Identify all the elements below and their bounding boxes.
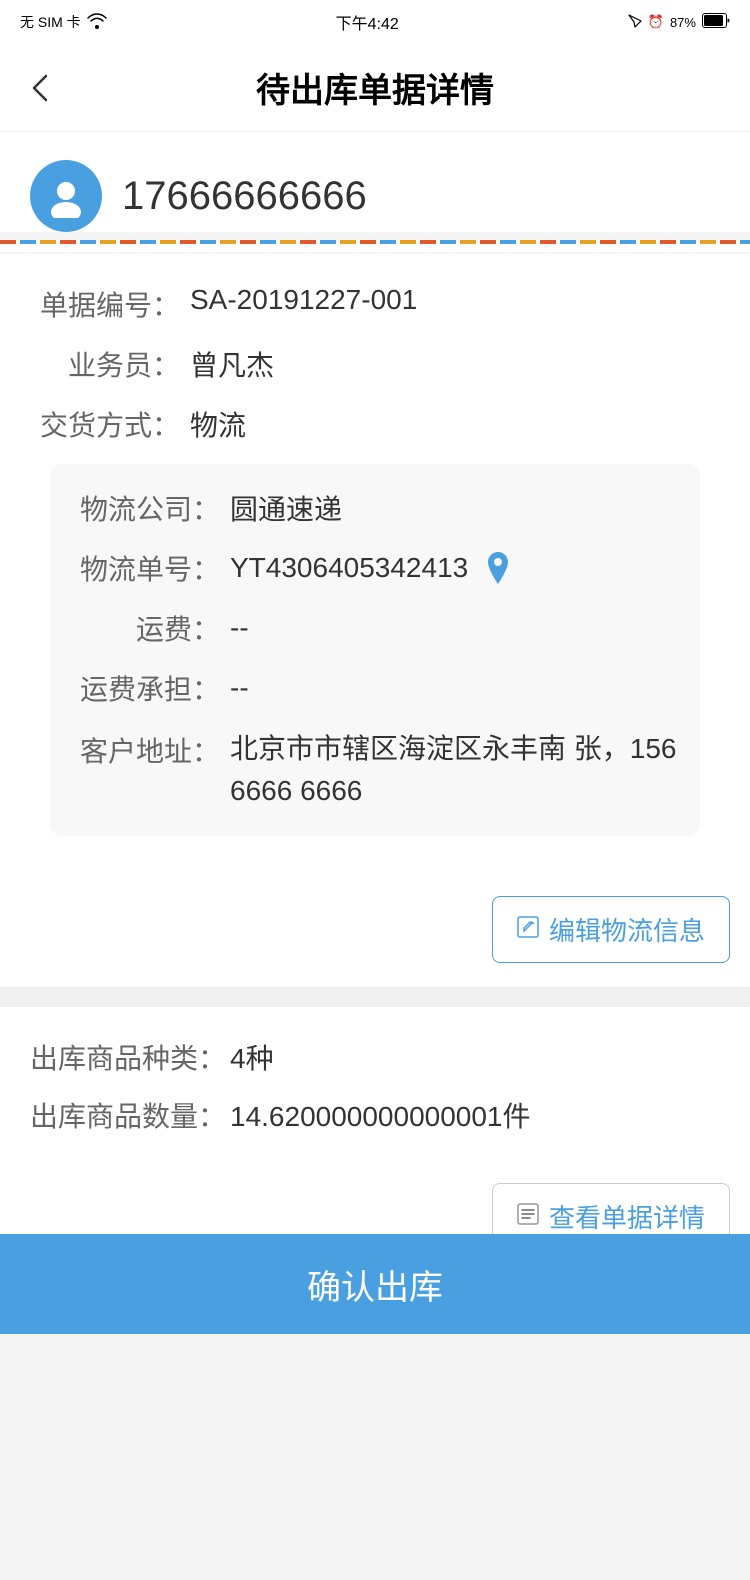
dashed-separator [0, 240, 750, 244]
freight-bearer-label: 运费承担： [70, 668, 230, 708]
order-no-value: SA-20191227-001 [190, 284, 720, 316]
order-info-section: 单据编号： SA-20191227-001 业务员： 曾凡杰 交货方式： 物流 … [0, 254, 750, 886]
location-arrow-icon [628, 14, 642, 31]
freight-bearer-row: 运费承担： -- [70, 668, 680, 708]
section-divider [0, 987, 750, 1007]
edit-icon [517, 914, 539, 945]
delivery-method-label: 交货方式： [30, 404, 190, 444]
page-title: 待出库单据详情 [256, 63, 494, 112]
logistics-card: 物流公司： 圆通速递 物流单号： YT4306405342413 运费： -- [50, 464, 700, 836]
goods-types-value: 4种 [230, 1037, 274, 1077]
tracking-no-value: YT4306405342413 [230, 552, 680, 584]
goods-types-label: 出库商品种类： [30, 1037, 230, 1077]
user-phone: 17666666666 [122, 174, 367, 219]
battery-icon [702, 13, 730, 32]
alarm-icon: ⏰ [648, 14, 664, 30]
view-details-label: 查看单据详情 [549, 1198, 705, 1235]
order-no-label: 单据编号： [30, 284, 190, 324]
delivery-method-row: 交货方式： 物流 [30, 404, 720, 444]
avatar [30, 160, 102, 232]
dashed-separator-wrapper [0, 240, 750, 252]
logistics-company-label: 物流公司： [70, 488, 230, 528]
logistics-company-row: 物流公司： 圆通速递 [70, 488, 680, 528]
order-no-row: 单据编号： SA-20191227-001 [30, 284, 720, 324]
freight-bearer-value: -- [230, 672, 680, 704]
status-left: 无 SIM 卡 [20, 12, 107, 32]
carrier-text: 无 SIM 卡 [20, 12, 81, 32]
edit-btn-label: 编辑物流信息 [549, 911, 705, 948]
salesman-row: 业务员： 曾凡杰 [30, 344, 720, 384]
confirm-button[interactable]: 确认出库 [0, 1234, 750, 1334]
address-value: 北京市市辖区海淀区永丰南 张，156 6666 6666 [230, 728, 680, 812]
tracking-no-row: 物流单号： YT4306405342413 [70, 548, 680, 588]
edit-btn-row: 编辑物流信息 [0, 886, 750, 987]
list-icon [517, 1201, 539, 1232]
tracking-no-label: 物流单号： [70, 548, 230, 588]
edit-logistics-button[interactable]: 编辑物流信息 [492, 896, 730, 963]
salesman-label: 业务员： [30, 344, 190, 384]
status-time: 下午4:42 [336, 10, 399, 34]
address-row: 客户地址： 北京市市辖区海淀区永丰南 张，156 6666 6666 [70, 728, 680, 812]
delivery-method-value: 物流 [190, 404, 720, 444]
goods-section: 出库商品种类： 4种 出库商品数量： 14.620000000000001件 [0, 1007, 750, 1173]
salesman-value: 曾凡杰 [190, 344, 720, 384]
back-button[interactable] [28, 76, 52, 100]
battery-text: 87% [670, 15, 696, 30]
freight-value: -- [230, 612, 680, 644]
goods-quantity-label: 出库商品数量： [30, 1095, 230, 1135]
freight-row: 运费： -- [70, 608, 680, 648]
location-pin-icon[interactable] [482, 552, 514, 584]
status-bar: 无 SIM 卡 下午4:42 ⏰ 87% [0, 0, 750, 44]
goods-types-row: 出库商品种类： 4种 [30, 1037, 720, 1077]
nav-bar: 待出库单据详情 [0, 44, 750, 132]
confirm-btn-label: 确认出库 [307, 1260, 443, 1309]
wifi-icon [87, 13, 107, 32]
goods-quantity-row: 出库商品数量： 14.620000000000001件 [30, 1095, 720, 1135]
user-section: 17666666666 [0, 132, 750, 232]
status-right: ⏰ 87% [628, 13, 730, 32]
logistics-company-value: 圆通速递 [230, 488, 680, 528]
goods-quantity-value: 14.620000000000001件 [230, 1095, 531, 1135]
address-label: 客户地址： [70, 728, 230, 770]
freight-label: 运费： [70, 608, 230, 648]
